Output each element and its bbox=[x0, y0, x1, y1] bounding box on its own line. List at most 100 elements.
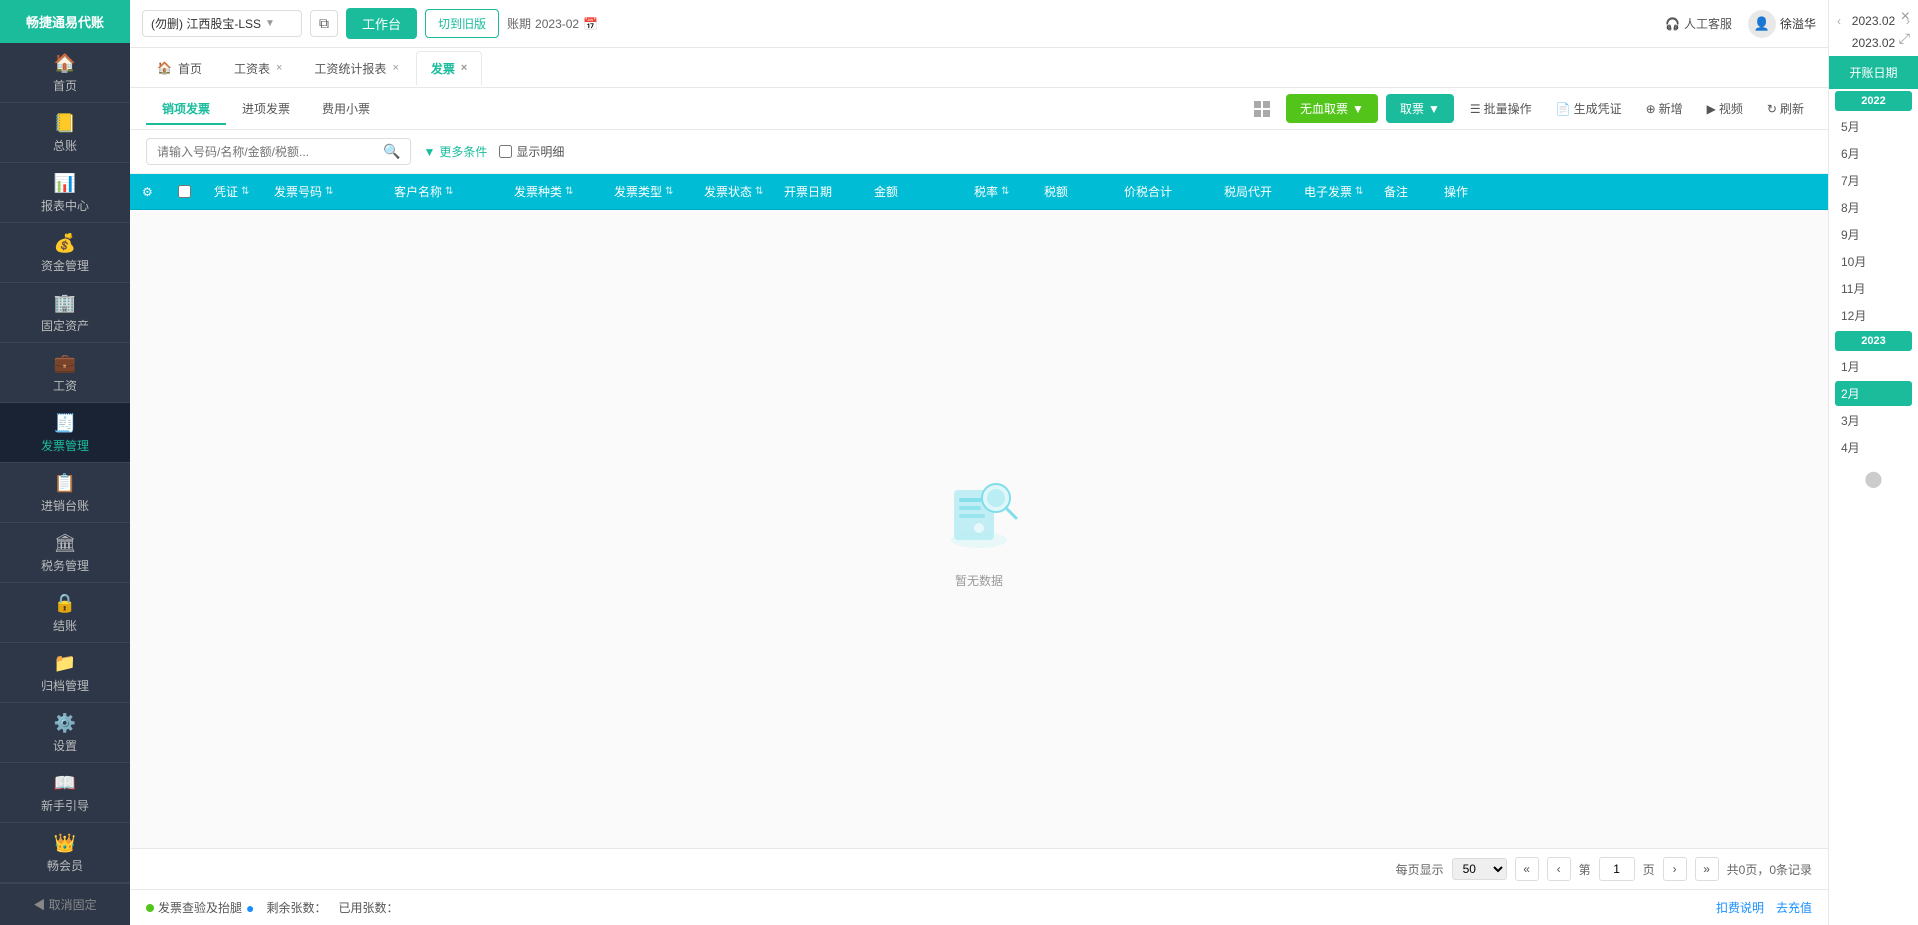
tab-salary-close[interactable]: × bbox=[276, 62, 282, 74]
th-total[interactable]: 价税合计 bbox=[1120, 183, 1220, 200]
generate-cert-btn[interactable]: 📄 生成凭证 bbox=[1548, 96, 1630, 121]
sidebar-item-salary[interactable]: 💼 工资 bbox=[0, 343, 130, 403]
month-2022-11[interactable]: 11月 bbox=[1829, 275, 1918, 302]
tab-invoice-close[interactable]: × bbox=[461, 62, 467, 74]
period-label: 账期 2023-02 📅 bbox=[507, 15, 598, 32]
show-detail-checkbox[interactable] bbox=[499, 145, 512, 158]
sidebar-item-guide[interactable]: 📖 新手引导 bbox=[0, 763, 130, 823]
month-2023-2[interactable]: 2月 bbox=[1835, 381, 1912, 406]
month-2023-4[interactable]: 4月 bbox=[1829, 434, 1918, 461]
th-tax-id[interactable]: 税局代开 bbox=[1220, 183, 1300, 200]
video-btn[interactable]: ▶ 视频 bbox=[1699, 96, 1751, 121]
th-amount[interactable]: 金额 bbox=[870, 183, 970, 200]
month-2022-5[interactable]: 5月 bbox=[1829, 113, 1918, 140]
month-2022-8[interactable]: 8月 bbox=[1829, 194, 1918, 221]
grid-icon-button[interactable] bbox=[1246, 97, 1278, 121]
user-menu[interactable]: 👤 徐溢华 bbox=[1748, 10, 1816, 38]
month-2022-10[interactable]: 10月 bbox=[1829, 248, 1918, 275]
sub-tab-expense-receipt[interactable]: 费用小票 bbox=[306, 94, 386, 125]
copy-button[interactable]: ⧉ bbox=[310, 10, 338, 37]
month-2022-6[interactable]: 6月 bbox=[1829, 140, 1918, 167]
th-inv-category[interactable]: 发票类型 ⇅ bbox=[610, 183, 700, 200]
page-input[interactable] bbox=[1599, 857, 1635, 881]
page-size-select[interactable]: 50 100 200 bbox=[1452, 858, 1507, 880]
company-name: (勿删) 江西股宝-LSS bbox=[151, 15, 261, 32]
th-date[interactable]: 开票日期 bbox=[780, 183, 870, 200]
th-e-inv[interactable]: 电子发票 ⇅ bbox=[1300, 183, 1380, 200]
refresh-btn[interactable]: ↻ 刷新 bbox=[1759, 96, 1812, 121]
sidebar-item-assets[interactable]: 🏢 固定资产 bbox=[0, 283, 130, 343]
sidebar-item-tax[interactable]: 🏛 税务管理 bbox=[0, 523, 130, 583]
panel-close-btn[interactable]: × bbox=[1901, 8, 1910, 26]
switch-button[interactable]: 切到旧版 bbox=[425, 9, 499, 38]
recharge-link[interactable]: 去充值 bbox=[1776, 899, 1812, 916]
page-last-btn[interactable]: » bbox=[1695, 857, 1719, 881]
panel-expand-btn[interactable]: ⤢ bbox=[1899, 30, 1910, 47]
service-link[interactable]: 🎧 人工客服 bbox=[1665, 15, 1732, 32]
company-selector[interactable]: (勿删) 江西股宝-LSS ▼ bbox=[142, 10, 302, 37]
sidebar-item-closing[interactable]: 🔒 结账 bbox=[0, 583, 130, 643]
deduction-link[interactable]: 扣费说明 bbox=[1716, 899, 1764, 916]
sidebar-logo[interactable]: 畅捷通易代账 bbox=[0, 0, 130, 43]
month-2022-9[interactable]: 9月 bbox=[1829, 221, 1918, 248]
date-prev-icon[interactable]: ‹ bbox=[1837, 14, 1841, 28]
date-period-top: 2023.02 bbox=[1852, 14, 1895, 28]
new-btn[interactable]: ⊕ 新增 bbox=[1638, 96, 1691, 121]
sidebar-item-funds[interactable]: 💰 资金管理 bbox=[0, 223, 130, 283]
th-inv-num[interactable]: 发票号码 ⇅ bbox=[270, 183, 390, 200]
th-cert[interactable]: 凭证 ⇅ bbox=[210, 183, 270, 200]
sidebar-item-reports[interactable]: 📊 报表中心 bbox=[0, 163, 130, 223]
more-conditions-btn[interactable]: ▼ 更多条件 bbox=[423, 143, 487, 160]
th-note[interactable]: 备注 bbox=[1380, 183, 1440, 200]
tab-invoice[interactable]: 发票 × bbox=[416, 51, 482, 85]
th-inv-type[interactable]: 发票种类 ⇅ bbox=[510, 183, 610, 200]
sidebar-item-archive[interactable]: 📁 归档管理 bbox=[0, 643, 130, 703]
th-client[interactable]: 客户名称 ⇅ bbox=[390, 183, 510, 200]
voucher-btn[interactable]: 取票 ▼ bbox=[1386, 94, 1454, 123]
workbench-button[interactable]: 工作台 bbox=[346, 8, 417, 39]
sidebar-item-invoice[interactable]: 🧾 发票管理 bbox=[0, 403, 130, 463]
th-status[interactable]: 发票状态 ⇅ bbox=[700, 183, 780, 200]
year-2023-label[interactable]: 2023 bbox=[1835, 331, 1912, 351]
sidebar-item-member[interactable]: 👑 畅会员 bbox=[0, 823, 130, 883]
page-next-btn[interactable]: › bbox=[1663, 857, 1687, 881]
content-area: 销项发票 进项发票 费用小票 bbox=[130, 88, 1828, 925]
th-tax[interactable]: 税额 bbox=[1040, 183, 1120, 200]
sidebar-item-home[interactable]: 🏠 首页 bbox=[0, 43, 130, 103]
sidebar-collapse[interactable]: ◀ 取消固定 bbox=[0, 883, 130, 925]
page-first-btn[interactable]: « bbox=[1515, 857, 1539, 881]
th-settings[interactable]: ⚙ bbox=[138, 185, 174, 199]
assets-icon: 🏢 bbox=[54, 293, 76, 314]
status-links: 扣费说明 去充值 bbox=[1716, 899, 1812, 916]
sidebar-item-ledger[interactable]: 📒 总账 bbox=[0, 103, 130, 163]
th-tax-rate[interactable]: 税率 ⇅ bbox=[970, 183, 1040, 200]
tab-salary-report-close[interactable]: × bbox=[392, 62, 398, 74]
sidebar-item-sales[interactable]: 📋 进销台账 bbox=[0, 463, 130, 523]
sub-tab-sales-invoice[interactable]: 销项发票 bbox=[146, 94, 226, 125]
month-2023-3[interactable]: 3月 bbox=[1829, 407, 1918, 434]
month-2023-1[interactable]: 1月 bbox=[1829, 353, 1918, 380]
period-icon: 📅 bbox=[583, 17, 598, 31]
no-voucher-btn[interactable]: 无血取票 ▼ bbox=[1286, 94, 1378, 123]
select-all-checkbox[interactable] bbox=[178, 185, 191, 198]
tab-home[interactable]: 🏠 首页 bbox=[142, 51, 217, 85]
open-period-btn[interactable]: 开账日期 bbox=[1829, 56, 1918, 89]
company-dropdown-arrow: ▼ bbox=[265, 18, 275, 29]
month-2022-7[interactable]: 7月 bbox=[1829, 167, 1918, 194]
sidebar-item-settings[interactable]: ⚙️ 设置 bbox=[0, 703, 130, 763]
remaining-label: 剩余张数： bbox=[266, 899, 326, 916]
service-icon: 🎧 bbox=[1665, 17, 1680, 31]
tab-salary-report[interactable]: 工资统计报表 × bbox=[299, 51, 413, 85]
table-header: ⚙ 凭证 ⇅ 发票号码 ⇅ 客户名称 ⇅ 发票种类 ⇅ 发票类型 bbox=[130, 174, 1828, 210]
month-2022-12[interactable]: 12月 bbox=[1829, 302, 1918, 329]
sub-tab-purchase-invoice[interactable]: 进项发票 bbox=[226, 94, 306, 125]
sort-client-icon: ⇅ bbox=[445, 186, 453, 197]
batch-ops-btn[interactable]: ☰ 批量操作 bbox=[1462, 96, 1540, 121]
year-2022-label[interactable]: 2022 bbox=[1835, 91, 1912, 111]
page-prev-btn[interactable]: ‹ bbox=[1547, 857, 1571, 881]
th-checkbox[interactable] bbox=[174, 185, 210, 198]
tab-salary[interactable]: 工资表 × bbox=[219, 51, 297, 85]
search-input[interactable] bbox=[157, 145, 377, 159]
search-icon[interactable]: 🔍 bbox=[383, 143, 400, 160]
show-detail-label[interactable]: 显示明细 bbox=[499, 143, 564, 160]
